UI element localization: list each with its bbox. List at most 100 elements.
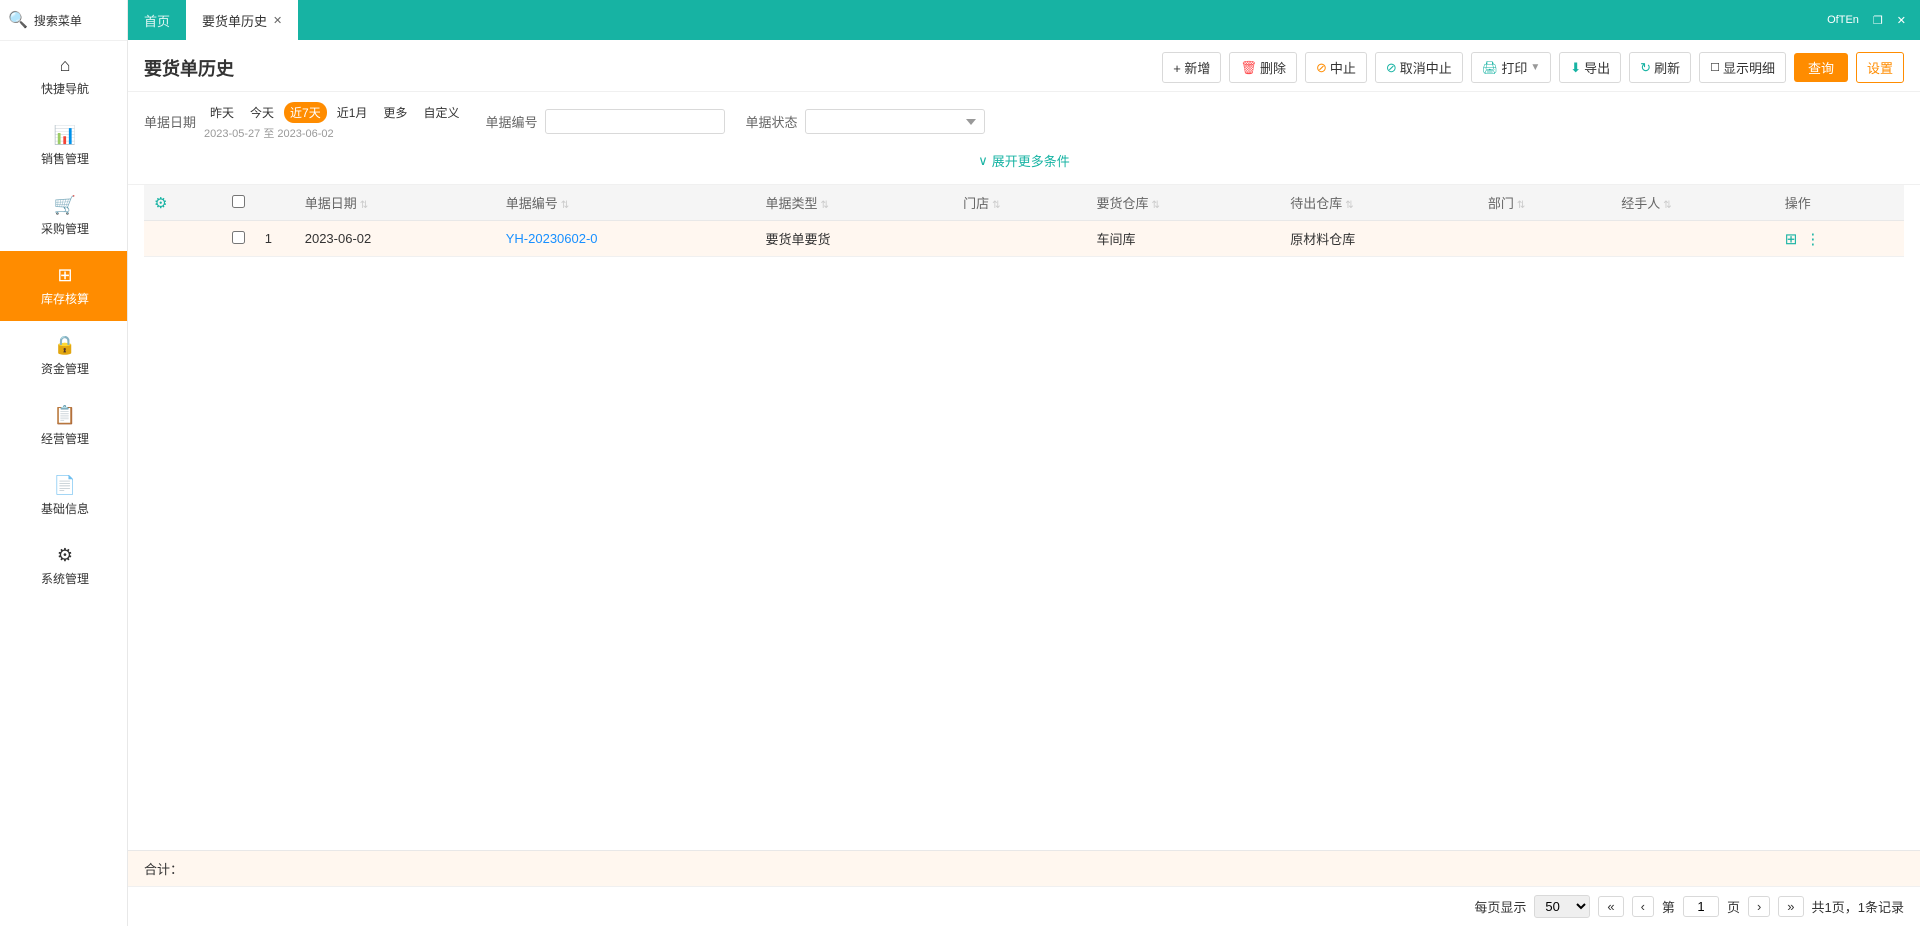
close-window-button[interactable]: ✕: [1893, 12, 1910, 29]
select-all-checkbox[interactable]: [232, 195, 245, 208]
status-label: 单据状态: [745, 112, 797, 131]
delete-button[interactable]: 🗑 删除: [1229, 52, 1297, 83]
sidebar-item-label: 资金管理: [41, 360, 89, 377]
col-handler-header[interactable]: 经手人⇅: [1611, 185, 1775, 221]
sidebar-item-inventory[interactable]: ⊞ 库存核算: [0, 251, 127, 321]
tab-home-label: 首页: [144, 11, 170, 30]
col-department-header[interactable]: 部门⇅: [1478, 185, 1611, 221]
refresh-button[interactable]: ↻ 刷新: [1629, 52, 1691, 83]
table-footer: 合计：: [128, 850, 1920, 886]
sort-pendingwarehouse-icon: ⇅: [1345, 200, 1353, 211]
sidebar-item-system[interactable]: ⚙ 系统管理: [0, 531, 127, 601]
pagination-bar: 每页显示 50 20 100 « ‹ 第 页 › » 共1页，1条记录: [128, 886, 1920, 926]
page-prefix: 第: [1662, 897, 1675, 916]
sidebar-item-purchase[interactable]: 🛒 采购管理: [0, 181, 127, 251]
sidebar-item-quick-nav[interactable]: ⌂ 快捷导航: [0, 41, 127, 111]
restore-button[interactable]: ❐: [1869, 12, 1887, 29]
next-page-button[interactable]: ›: [1748, 896, 1770, 917]
page-title: 要货单历史: [144, 55, 234, 81]
main-area: 首页 要货单历史 ✕ OfTEn ❐ ✕ 要货单历史 + 新增 🗑 删除: [128, 0, 1920, 926]
row-checkbox[interactable]: [222, 221, 255, 257]
col-store-header[interactable]: 门店⇅: [953, 185, 1086, 221]
col-settings-header[interactable]: ⚙: [144, 185, 222, 221]
first-page-button[interactable]: «: [1598, 896, 1623, 917]
col-pendingwarehouse-header[interactable]: 待出仓库⇅: [1280, 185, 1478, 221]
row-settings: [144, 221, 222, 257]
suspend-button[interactable]: ⊘ 中止: [1305, 52, 1367, 83]
sidebar-item-operations[interactable]: 📋 经营管理: [0, 391, 127, 461]
date-range: 2023-05-27 至 2023-06-02: [204, 125, 465, 141]
page-number-input[interactable]: [1683, 896, 1719, 917]
status-select[interactable]: [805, 109, 985, 134]
operations-icon: 📋: [54, 405, 76, 426]
tab-home[interactable]: 首页: [128, 0, 186, 40]
date-btn-yesterday[interactable]: 昨天: [204, 102, 240, 123]
col-date-header[interactable]: 单据日期⇅: [295, 185, 496, 221]
col-docno-header[interactable]: 单据编号⇅: [496, 185, 756, 221]
row-docno[interactable]: YH-20230602-0: [496, 221, 756, 257]
toolbar: + 新增 🗑 删除 ⊘ 中止 ⊘ 取消中止 🖨 打印 ▼: [1162, 52, 1904, 83]
sidebar-search[interactable]: 🔍 搜索菜单: [0, 0, 127, 41]
row-date: 2023-06-02: [295, 221, 496, 257]
table-row: 1 2023-06-02 YH-20230602-0 要货单要货 车间库 原材料…: [144, 221, 1904, 257]
filter-area: 单据日期 昨天 今天 近7天 近1月 更多 自定义 2023-05-27 至 2…: [128, 92, 1920, 185]
page-suffix: 页: [1727, 897, 1740, 916]
row-store: [953, 221, 1086, 257]
data-table: ⚙ 单据日期⇅ 单据编号⇅ 单据类型⇅: [144, 185, 1904, 257]
sidebar-item-sales[interactable]: 📊 销售管理: [0, 111, 127, 181]
date-btn-1month[interactable]: 近1月: [331, 102, 374, 123]
date-btn-today[interactable]: 今天: [244, 102, 280, 123]
sidebar-item-finance[interactable]: 🔒 资金管理: [0, 321, 127, 391]
sort-doctype-icon: ⇅: [821, 200, 829, 211]
doc-number-input[interactable]: [545, 109, 725, 134]
sidebar-item-label: 库存核算: [41, 290, 89, 307]
sidebar: 🔍 搜索菜单 ⌂ 快捷导航 📊 销售管理 🛒 采购管理 ⊞ 库存核算 🔒 资金管…: [0, 0, 128, 926]
expand-filter-button[interactable]: ∨ 展开更多条件: [970, 147, 1078, 174]
home-icon: ⌂: [60, 55, 71, 76]
cancel-suspend-button[interactable]: ⊘ 取消中止: [1375, 52, 1463, 83]
sort-handler-icon: ⇅: [1663, 200, 1671, 211]
last-page-button[interactable]: »: [1778, 896, 1803, 917]
row-handler: [1611, 221, 1775, 257]
row-reqwarehouse: 车间库: [1086, 221, 1280, 257]
date-filter-group: 单据日期 昨天 今天 近7天 近1月 更多 自定义 2023-05-27 至 2…: [144, 102, 465, 141]
sidebar-search-label: 搜索菜单: [34, 12, 82, 29]
sidebar-item-label: 采购管理: [41, 220, 89, 237]
filter-row: 单据日期 昨天 今天 近7天 近1月 更多 自定义 2023-05-27 至 2…: [144, 102, 1904, 141]
table-settings-icon[interactable]: ⚙: [154, 195, 167, 212]
date-btn-custom[interactable]: 自定义: [417, 102, 465, 123]
row-doctype: 要货单要货: [756, 221, 954, 257]
total-info: 共1页，1条记录: [1812, 897, 1904, 916]
settings-button[interactable]: 设置: [1856, 52, 1904, 83]
date-shortcuts: 昨天 今天 近7天 近1月 更多 自定义: [204, 102, 465, 123]
col-reqwarehouse-header[interactable]: 要货仓库⇅: [1086, 185, 1280, 221]
add-button[interactable]: + 新增: [1162, 52, 1221, 83]
total-label: 合计：: [144, 859, 183, 878]
tab-order-history[interactable]: 要货单历史 ✕: [186, 0, 298, 40]
date-btn-7days[interactable]: 近7天: [284, 102, 327, 123]
search-icon: 🔍: [8, 10, 28, 30]
query-button[interactable]: 查询: [1794, 53, 1848, 82]
tab-close-icon[interactable]: ✕: [273, 14, 282, 27]
doc-number-label: 单据编号: [485, 112, 537, 131]
row-department: [1478, 221, 1611, 257]
print-button[interactable]: 🖨 打印 ▼: [1471, 52, 1551, 83]
export-button[interactable]: ⬇ 导出: [1559, 52, 1621, 83]
more-action-icon[interactable]: ⋮: [1805, 230, 1820, 248]
inventory-icon: ⊞: [57, 265, 72, 286]
date-btn-more[interactable]: 更多: [377, 102, 413, 123]
col-doctype-header[interactable]: 单据类型⇅: [756, 185, 954, 221]
display-detail-button[interactable]: ☐ 显示明细: [1699, 52, 1786, 83]
sidebar-item-basic[interactable]: 📄 基础信息: [0, 461, 127, 531]
sort-department-icon: ⇅: [1517, 200, 1525, 211]
sort-reqwarehouse-icon: ⇅: [1151, 200, 1159, 211]
view-action-icon[interactable]: ⊞: [1785, 230, 1798, 248]
top-bar-right: OfTEn ❐ ✕: [1823, 12, 1920, 29]
sidebar-item-label: 经营管理: [41, 430, 89, 447]
sidebar-item-label: 快捷导航: [41, 80, 89, 97]
finance-icon: 🔒: [54, 335, 76, 356]
prev-page-button[interactable]: ‹: [1632, 896, 1654, 917]
per-page-select[interactable]: 50 20 100: [1534, 895, 1590, 918]
basic-icon: 📄: [54, 475, 76, 496]
doc-number-filter-group: 单据编号: [485, 109, 725, 134]
